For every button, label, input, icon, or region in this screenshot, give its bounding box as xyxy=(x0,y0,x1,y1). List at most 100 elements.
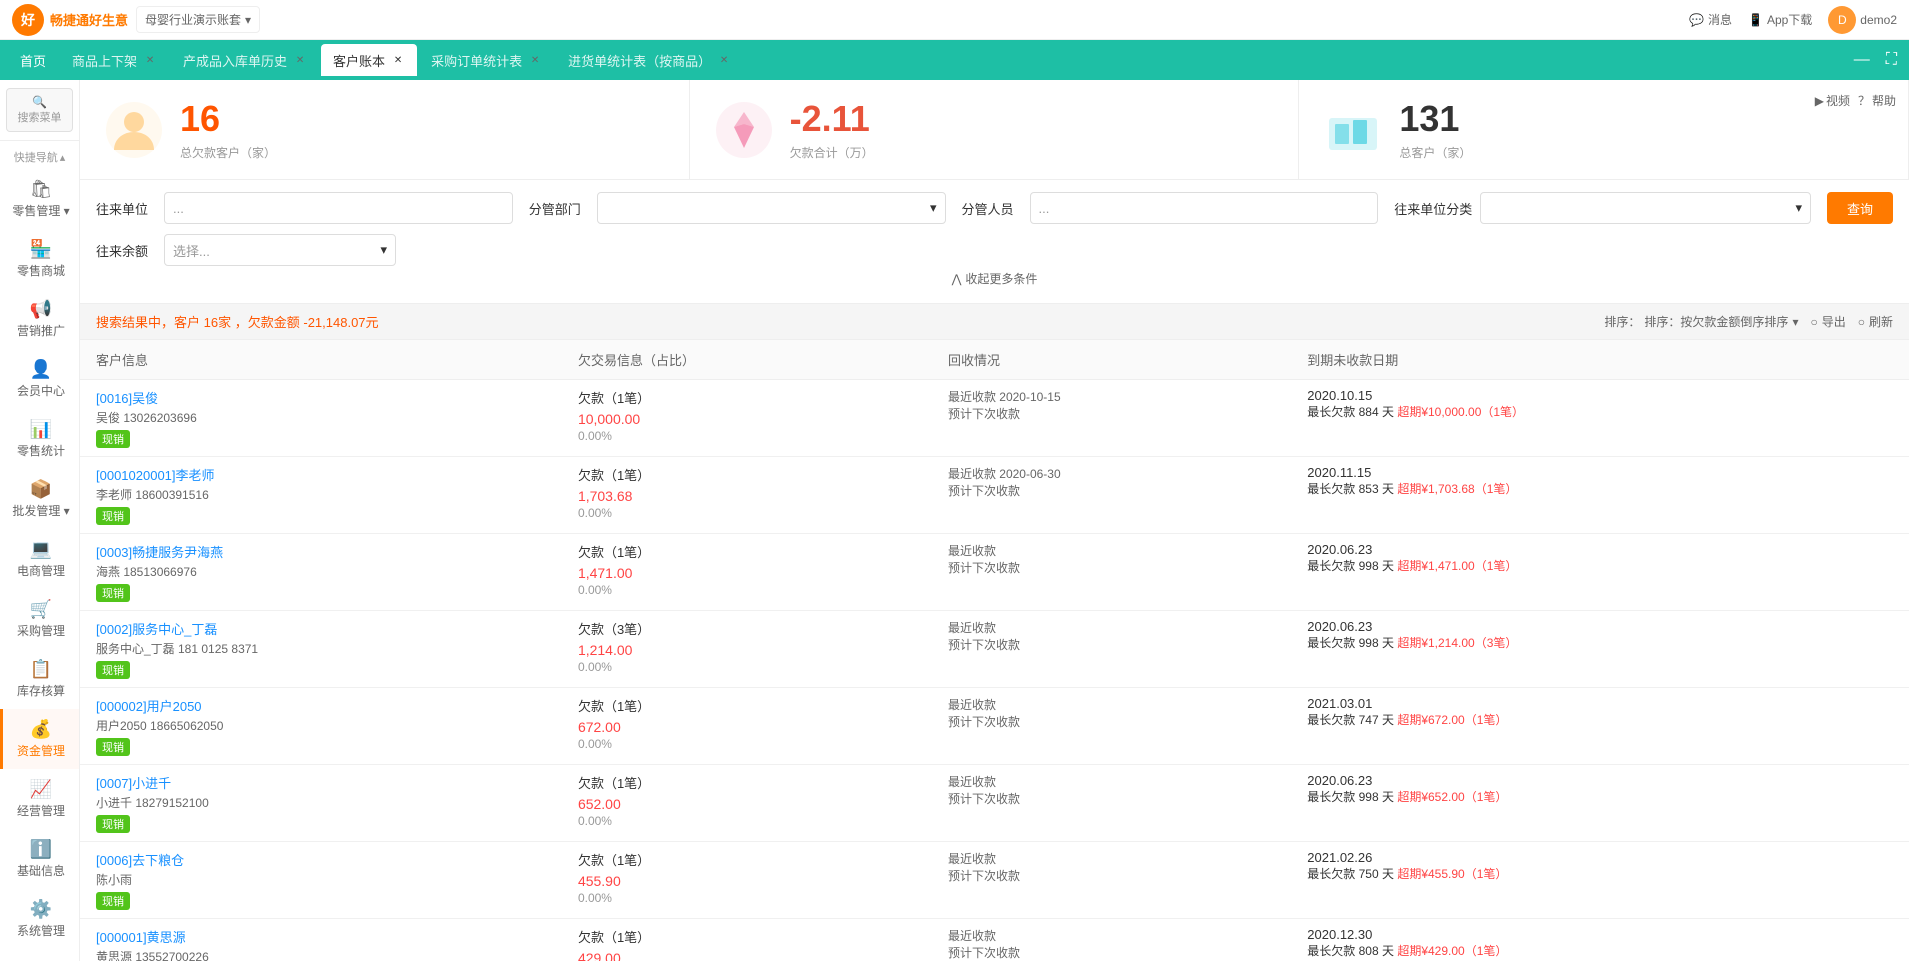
tab-purchase-stats[interactable]: 进货单统计表（按商品） ✕ xyxy=(556,44,743,76)
table-container: 客户信息 欠交易信息（占比） 回收情况 到期未收款日期 [0016]吴俊 吴俊 … xyxy=(80,340,1909,961)
sort-button[interactable]: 排序： 排序：按欠款金额倒序排序 ▾ xyxy=(1604,313,1798,330)
refresh-button[interactable]: ○ 刷新 xyxy=(1858,313,1893,330)
video-button[interactable]: ▶ 视频 xyxy=(1815,92,1850,109)
store-selector[interactable]: 母婴行业演示账套 ▾ xyxy=(136,6,260,33)
customer-name-link[interactable]: [0006]去下粮仓 xyxy=(96,850,546,869)
overdue-amount-link[interactable]: 超期¥10,000.00（1笔） xyxy=(1397,405,1524,419)
sidebar-item-batch-mgmt[interactable]: 📦 批发管理 ▾ xyxy=(0,469,79,529)
app-download-button[interactable]: 📱 App下载 xyxy=(1748,11,1812,28)
customer-name-link[interactable]: [0016]吴俊 xyxy=(96,388,546,407)
source-unit-placeholder: ... xyxy=(173,201,184,216)
sidebar-item-finance[interactable]: 💰 资金管理 xyxy=(0,709,79,769)
customer-info-cell: [0016]吴俊 吴俊 13026203696 现销 xyxy=(80,380,562,457)
customer-name-link[interactable]: [0002]服务中心_丁磊 xyxy=(96,619,546,638)
tab-production-history-close[interactable]: ✕ xyxy=(293,53,307,67)
debt-info-cell: 欠款（1笔） 652.00 0.00% xyxy=(562,765,932,842)
quick-nav-label[interactable]: 快捷导航 ▴ xyxy=(0,141,79,169)
main-layout: 🔍 搜索菜单 快捷导航 ▴ 🛍 零售管理 ▾ 🏪 零售商城 📢 营销推广 👤 会… xyxy=(0,80,1909,961)
app-download-label: App下载 xyxy=(1767,11,1812,28)
sidebar-item-ops[interactable]: 📈 经营管理 xyxy=(0,769,79,829)
stat-info-total-customers: 131 总客户（家） xyxy=(1399,98,1471,161)
sidebar-item-purchase[interactable]: 🛒 采购管理 xyxy=(0,589,79,649)
sidebar-item-basic-info[interactable]: ℹ️ 基础信息 xyxy=(0,829,79,889)
customer-name-link[interactable]: [000001]黄思源 xyxy=(96,927,546,946)
tab-production-history[interactable]: 产成品入库单历史 ✕ xyxy=(171,44,319,76)
top-bar-left: 好 畅捷通好生意 母婴行业演示账套 ▾ xyxy=(12,4,260,36)
overdue-amount-link[interactable]: 超期¥1,471.00（1笔） xyxy=(1397,559,1517,573)
overdue-amount-link[interactable]: 超期¥455.90（1笔） xyxy=(1397,867,1507,881)
debt-amount[interactable]: 652.00 xyxy=(578,796,916,812)
tab-maximize-icon[interactable]: ⛶ xyxy=(1882,47,1901,73)
customer-name-link[interactable]: [0003]畅捷服务尹海燕 xyxy=(96,542,546,561)
source-unit-input[interactable]: ... xyxy=(164,192,513,224)
table-header-row: 客户信息 欠交易信息（占比） 回收情况 到期未收款日期 xyxy=(80,340,1909,380)
unit-category-select[interactable]: ▾ xyxy=(1480,192,1811,224)
tab-customer-account-close[interactable]: ✕ xyxy=(391,53,405,67)
sidebar-item-ecommerce[interactable]: 💻 电商管理 xyxy=(0,529,79,589)
tab-customer-account[interactable]: 客户账本 ✕ xyxy=(321,44,417,76)
customer-name-link[interactable]: [0007]小进千 xyxy=(96,773,546,792)
user-avatar-button[interactable]: D demo2 xyxy=(1828,6,1897,34)
search-menu-button[interactable]: 🔍 搜索菜单 xyxy=(6,88,73,132)
remaining-placeholder: 选择... xyxy=(173,241,210,260)
debt-amount[interactable]: 1,703.68 xyxy=(578,488,916,504)
debt-amount[interactable]: 672.00 xyxy=(578,719,916,735)
customer-tag: 现销 xyxy=(96,584,130,602)
customer-table: 客户信息 欠交易信息（占比） 回收情况 到期未收款日期 [0016]吴俊 吴俊 … xyxy=(80,340,1909,961)
overdue-amount-link[interactable]: 超期¥672.00（1笔） xyxy=(1397,713,1507,727)
customer-name-link[interactable]: [000002]用户2050 xyxy=(96,696,546,715)
sidebar-item-enterprise-coop[interactable]: 🤝 企业协同 xyxy=(0,949,79,961)
stats-row: 16 总欠款客户（家） -2.11 欠款合计（万） xyxy=(80,80,1909,180)
batch-mgmt-icon: 📦 xyxy=(9,479,73,500)
refresh-icon: ○ xyxy=(1858,315,1865,329)
stat-card-total-customers: 131 总客户（家） ▶ 视频 ？ 帮助 xyxy=(1299,80,1909,179)
remaining-select[interactable]: 选择... ▾ xyxy=(164,234,396,266)
debt-amount[interactable]: 1,214.00 xyxy=(578,642,916,658)
overdue-amount-link[interactable]: 超期¥652.00（1笔） xyxy=(1397,790,1507,804)
tab-minimize-icon[interactable]: — xyxy=(1850,47,1874,73)
query-button[interactable]: 查询 xyxy=(1827,192,1893,224)
sidebar-item-member[interactable]: 👤 会员中心 xyxy=(0,349,79,409)
table-row: [0016]吴俊 吴俊 13026203696 现销 欠款（1笔） 10,000… xyxy=(80,380,1909,457)
tab-purchase-order-stats-close[interactable]: ✕ xyxy=(528,53,542,67)
store-name: 母婴行业演示账套 xyxy=(145,11,241,28)
finance-icon: 💰 xyxy=(9,719,73,740)
table-row: [000001]黄思源 黄思源 13552700226 现销 欠款（1笔） 42… xyxy=(80,919,1909,961)
tab-purchase-stats-close[interactable]: ✕ xyxy=(717,53,731,67)
stat-card-debt-total: -2.11 欠款合计（万） xyxy=(690,80,1300,179)
debt-amount[interactable]: 10,000.00 xyxy=(578,411,916,427)
sidebar-item-retail-mgmt[interactable]: 🛍 零售管理 ▾ xyxy=(0,169,79,229)
debt-info-cell: 欠款（3笔） 1,214.00 0.00% xyxy=(562,611,932,688)
overdue-amount-link[interactable]: 超期¥1,703.68（1笔） xyxy=(1397,482,1517,496)
export-button[interactable]: ○ 导出 xyxy=(1810,313,1845,330)
sidebar-item-system[interactable]: ⚙️ 系统管理 xyxy=(0,889,79,949)
tab-product-status-label: 商品上下架 xyxy=(72,51,137,70)
due-date-cell: 2020.06.23 最长欠款 998 天 超期¥1,471.00（1笔） xyxy=(1291,534,1909,611)
sidebar-item-retail-mall[interactable]: 🏪 零售商城 xyxy=(0,229,79,289)
collapse-filter-button[interactable]: ⋀ 收起更多条件 xyxy=(96,266,1893,291)
overdue-amount-link[interactable]: 超期¥1,214.00（3笔） xyxy=(1397,636,1517,650)
sidebar-item-marketing[interactable]: 📢 营销推广 xyxy=(0,289,79,349)
debt-amount[interactable]: 1,471.00 xyxy=(578,565,916,581)
customer-name-link[interactable]: [0001020001]李老师 xyxy=(96,465,546,484)
sidebar-item-retail-stats[interactable]: 📊 零售统计 xyxy=(0,409,79,469)
help-button[interactable]: ？ 帮助 xyxy=(1858,92,1896,109)
next-collection: 预计下次收款 xyxy=(948,405,1275,422)
tab-purchase-order-stats[interactable]: 采购订单统计表 ✕ xyxy=(419,44,554,76)
tab-home[interactable]: 首页 xyxy=(8,44,58,76)
manager-input[interactable]: ... xyxy=(1030,192,1379,224)
overdue-amount-link[interactable]: 超期¥429.00（1笔） xyxy=(1397,944,1507,958)
message-button[interactable]: 💬 消息 xyxy=(1689,11,1732,28)
dept-select[interactable]: ▾ xyxy=(597,192,946,224)
table-row: [0007]小进千 小进千 18279152100 现销 欠款（1笔） 652.… xyxy=(80,765,1909,842)
sidebar-search: 🔍 搜索菜单 xyxy=(0,80,79,141)
debt-amount[interactable]: 455.90 xyxy=(578,873,916,889)
customer-contact: 海燕 18513066976 xyxy=(96,563,546,580)
tab-product-status[interactable]: 商品上下架 ✕ xyxy=(60,44,169,76)
next-collection: 预计下次收款 xyxy=(948,944,1275,961)
collection-cell: 最近收款 预计下次收款 xyxy=(932,765,1291,842)
debt-amount[interactable]: 429.00 xyxy=(578,950,916,961)
tab-product-status-close[interactable]: ✕ xyxy=(143,53,157,67)
sidebar-item-inventory[interactable]: 📋 库存核算 xyxy=(0,649,79,709)
customer-tag: 现销 xyxy=(96,661,130,679)
